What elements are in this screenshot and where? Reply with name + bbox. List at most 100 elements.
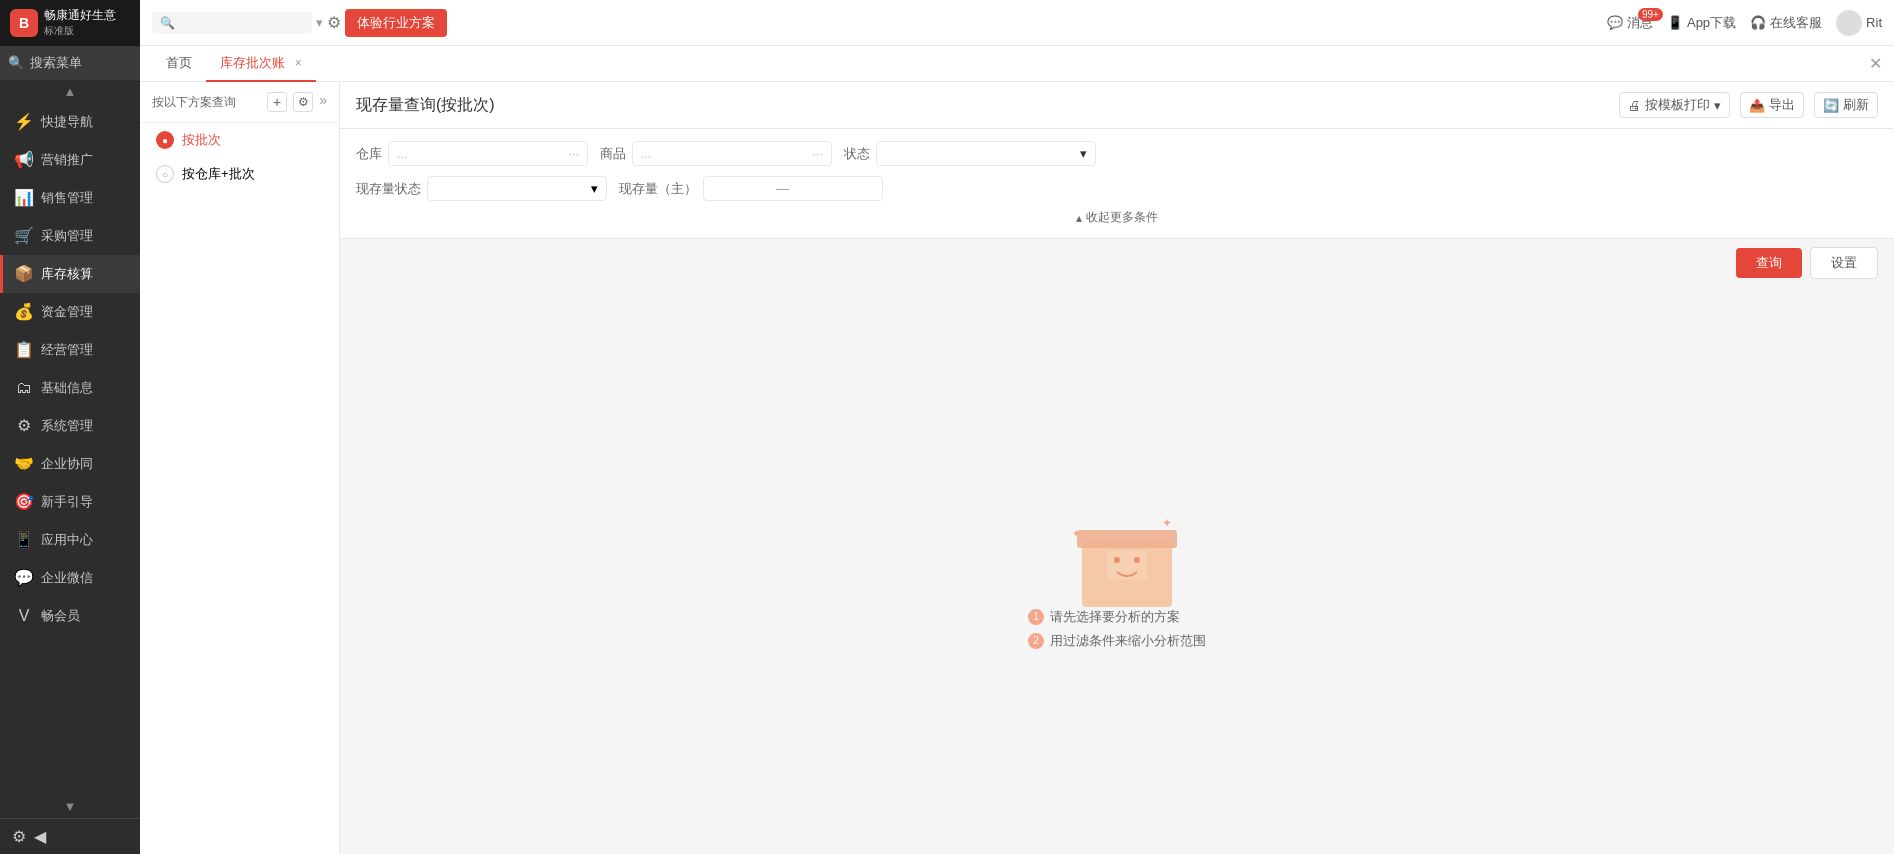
left-panel-header: 按以下方案查询 + ⚙ » xyxy=(140,82,339,123)
svg-text:✦: ✦ xyxy=(1162,516,1172,530)
app-info: 畅康通好生意 标准版 xyxy=(44,8,116,38)
collapse-more-btn[interactable]: 收起更多条件 xyxy=(356,209,1878,226)
search-icon: 🔍 xyxy=(160,16,175,30)
stock-status-select[interactable] xyxy=(427,176,607,201)
sidebar-item-basic[interactable]: 🗂 基础信息 xyxy=(0,369,140,407)
status-label: 状态 xyxy=(844,145,870,163)
warehouse-more-icon[interactable]: ··· xyxy=(568,146,579,161)
sidebar-item-label: 应用中心 xyxy=(41,531,93,549)
status-select[interactable] xyxy=(876,141,1096,166)
sidebar-item-finance[interactable]: 💰 资金管理 xyxy=(0,293,140,331)
app-download-btn[interactable]: 📱 App下载 xyxy=(1667,14,1736,32)
sidebar-item-label: 企业协同 xyxy=(41,455,93,473)
close-all-tabs-icon[interactable]: ✕ xyxy=(1869,54,1882,73)
filter-area: 仓库 ... ··· 商品 ... ··· 状态 xyxy=(340,129,1894,239)
sidebar-footer: ⚙ ◀ xyxy=(0,818,140,854)
topbar-search-box[interactable]: 🔍 xyxy=(152,12,312,34)
member-icon: V xyxy=(15,607,33,625)
sidebar-item-purchase[interactable]: 🛒 采购管理 xyxy=(0,217,140,255)
stock-quantity-max[interactable] xyxy=(793,181,853,196)
tabbar: 首页 库存批次账 × ✕ xyxy=(140,46,1894,82)
empty-illustration: ✦ ✦ xyxy=(1057,492,1177,592)
export-btn[interactable]: 📤 导出 xyxy=(1740,92,1804,118)
plan-item-by-warehouse-batch[interactable]: ○ 按仓库+批次 xyxy=(140,157,339,191)
product-label: 商品 xyxy=(600,145,626,163)
print-icon: 🖨 xyxy=(1628,98,1641,113)
dropdown-icon[interactable]: ▾ xyxy=(316,15,323,30)
tab-home[interactable]: 首页 xyxy=(152,46,206,82)
product-input[interactable]: ... ··· xyxy=(632,141,832,166)
quick-nav-icon: ⚡ xyxy=(15,113,33,131)
scroll-up-btn[interactable]: ▲ xyxy=(0,80,140,103)
right-panel: 现存量查询(按批次) 🖨 按模板打印 📤 导出 🔄 刷新 xyxy=(340,82,1894,854)
settings-icon[interactable]: ⚙ xyxy=(12,827,26,846)
sidebar-item-inventory[interactable]: 📦 库存核算 xyxy=(0,255,140,293)
sidebar: B 畅康通好生意 标准版 🔍 搜索菜单 ▲ ⚡ 快捷导航 📢 营销推广 📊 销售… xyxy=(0,0,140,854)
filter-row-2: 现存量状态 现存量（主） — xyxy=(356,176,1878,201)
sidebar-item-label: 库存核算 xyxy=(41,265,93,283)
plan-settings-btn[interactable]: ⚙ xyxy=(293,92,313,112)
empty-tip-2: 2 用过滤条件来缩小分析范围 xyxy=(1028,632,1206,650)
plan-dot-outline: ○ xyxy=(156,165,174,183)
sidebar-item-sales[interactable]: 📊 销售管理 xyxy=(0,179,140,217)
topbar-search-area: 🔍 ▾ ⚙ 体验行业方案 xyxy=(152,9,1597,37)
sidebar-item-label: 销售管理 xyxy=(41,189,93,207)
search-icon: 🔍 xyxy=(8,55,24,70)
stock-status-dropdown-icon[interactable] xyxy=(591,181,598,196)
query-btn[interactable]: 查询 xyxy=(1736,248,1802,278)
filter-stock-quantity: 现存量（主） — xyxy=(619,176,883,201)
svg-point-3 xyxy=(1114,557,1120,563)
tip-text-2: 用过滤条件来缩小分析范围 xyxy=(1050,632,1206,650)
sidebar-item-quick-nav[interactable]: ⚡ 快捷导航 xyxy=(0,103,140,141)
sidebar-item-label: 基础信息 xyxy=(41,379,93,397)
stock-quantity-label: 现存量（主） xyxy=(619,180,697,198)
topbar-gear-icon[interactable]: ⚙ xyxy=(327,13,341,32)
svg-rect-1 xyxy=(1077,530,1177,548)
plan-item-by-batch[interactable]: ● 按批次 xyxy=(140,123,339,157)
refresh-btn[interactable]: 🔄 刷新 xyxy=(1814,92,1878,118)
collapse-sidebar-icon[interactable]: ◀ xyxy=(34,827,46,846)
product-more-icon[interactable]: ··· xyxy=(812,146,823,161)
search-label: 搜索菜单 xyxy=(30,54,82,72)
tip-num-2: 2 xyxy=(1028,633,1044,649)
filter-product: 商品 ... ··· xyxy=(600,141,832,166)
finance-icon: 💰 xyxy=(15,303,33,321)
print-btn[interactable]: 🖨 按模板打印 xyxy=(1619,92,1730,118)
message-icon: 💬 xyxy=(1607,15,1623,30)
basic-icon: 🗂 xyxy=(15,379,33,397)
sales-icon: 📊 xyxy=(15,189,33,207)
stock-quantity-min[interactable] xyxy=(712,181,772,196)
sidebar-search[interactable]: 🔍 搜索菜单 xyxy=(0,46,140,80)
sidebar-item-operation[interactable]: 📋 经营管理 xyxy=(0,331,140,369)
sidebar-item-enterprise[interactable]: 🤝 企业协同 xyxy=(0,445,140,483)
print-dropdown-icon[interactable] xyxy=(1714,98,1721,113)
collapse-left-panel-btn[interactable]: » xyxy=(319,92,327,112)
online-service-btn[interactable]: 🎧 在线客服 xyxy=(1750,14,1822,32)
sidebar-item-system[interactable]: ⚙ 系统管理 xyxy=(0,407,140,445)
tab-close-icon[interactable]: × xyxy=(295,56,302,70)
sidebar-item-apps[interactable]: 📱 应用中心 xyxy=(0,521,140,559)
add-plan-btn[interactable]: + xyxy=(267,92,287,112)
sidebar-item-wechat[interactable]: 💬 企业微信 xyxy=(0,559,140,597)
topbar: 🔍 ▾ ⚙ 体验行业方案 💬 消息 99+ 📱 App下载 🎧 在线客服 xyxy=(140,0,1894,46)
username: Rit xyxy=(1866,15,1882,30)
left-panel-title: 按以下方案查询 xyxy=(152,94,236,111)
sidebar-item-newbie[interactable]: 🎯 新手引导 xyxy=(0,483,140,521)
scroll-down-btn[interactable]: ▼ xyxy=(0,795,140,818)
phone-icon: 📱 xyxy=(1667,15,1683,30)
stock-quantity-range[interactable]: — xyxy=(703,176,883,201)
column-settings-btn[interactable]: 设置 xyxy=(1810,247,1878,279)
tab-inventory-batch[interactable]: 库存批次账 × xyxy=(206,46,316,82)
sidebar-item-marketing[interactable]: 📢 营销推广 xyxy=(0,141,140,179)
experience-btn[interactable]: 体验行业方案 xyxy=(345,9,447,37)
user-avatar-btn[interactable]: Rit xyxy=(1836,10,1882,36)
sidebar-item-label: 企业微信 xyxy=(41,569,93,587)
sidebar-item-label: 资金管理 xyxy=(41,303,93,321)
messages-btn[interactable]: 💬 消息 99+ xyxy=(1607,14,1653,32)
warehouse-placeholder: ... xyxy=(397,147,407,161)
sidebar-item-label: 经营管理 xyxy=(41,341,93,359)
sidebar-header: B 畅康通好生意 标准版 xyxy=(0,0,140,46)
warehouse-input[interactable]: ... ··· xyxy=(388,141,588,166)
sidebar-item-member[interactable]: V 畅会员 xyxy=(0,597,140,635)
status-dropdown-icon[interactable] xyxy=(1080,146,1087,161)
